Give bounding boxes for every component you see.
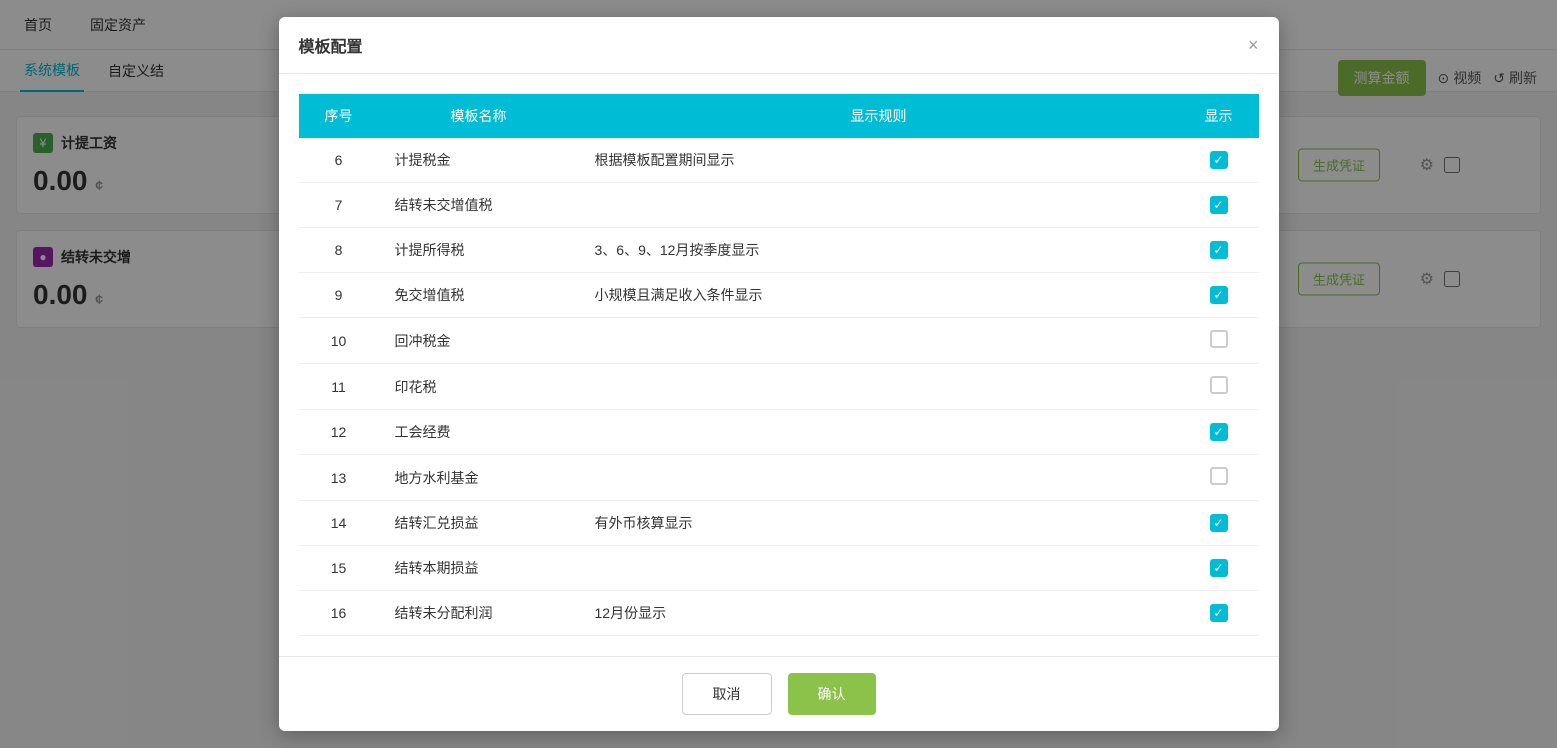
table-header-row: 序号 模板名称 显示规则 显示 [299, 94, 1259, 138]
cell-rule [579, 455, 1179, 501]
cell-checkbox[interactable] [1179, 501, 1259, 546]
cell-id: 14 [299, 501, 379, 546]
cell-id: 6 [299, 138, 379, 183]
cell-checkbox[interactable] [1179, 183, 1259, 228]
modal-body[interactable]: 序号 模板名称 显示规则 显示 6计提税金根据模板配置期间显示7结转未交增值税8… [279, 74, 1279, 656]
cell-rule: 小规模且满足收入条件显示 [579, 273, 1179, 318]
cell-checkbox[interactable] [1179, 410, 1259, 455]
modal-header: 模板配置 × [279, 17, 1279, 74]
table-row: 6计提税金根据模板配置期间显示 [299, 138, 1259, 183]
checkbox-13[interactable] [1210, 467, 1228, 485]
cell-rule [579, 318, 1179, 364]
cell-checkbox[interactable] [1179, 273, 1259, 318]
cell-id: 11 [299, 364, 379, 410]
checkbox-10[interactable] [1210, 330, 1228, 348]
cell-id: 12 [299, 410, 379, 455]
modal-close-button[interactable]: × [1248, 36, 1259, 54]
cell-checkbox[interactable] [1179, 591, 1259, 636]
cell-name: 结转本期损益 [379, 546, 579, 591]
col-header-display: 显示 [1179, 94, 1259, 138]
cell-name: 回冲税金 [379, 318, 579, 364]
modal-template-config: 模板配置 × 序号 模板名称 显示规则 显示 6计提税金根据模板配置期间显示7结… [279, 17, 1279, 731]
table-row: 14结转汇兑损益有外币核算显示 [299, 501, 1259, 546]
cell-checkbox[interactable] [1179, 318, 1259, 364]
cell-name: 结转未分配利润 [379, 591, 579, 636]
table-row: 15结转本期损益 [299, 546, 1259, 591]
cell-id: 10 [299, 318, 379, 364]
cell-rule: 根据模板配置期间显示 [579, 138, 1179, 183]
cell-name: 结转汇兑损益 [379, 501, 579, 546]
checkbox-8[interactable] [1210, 241, 1228, 259]
cell-rule [579, 410, 1179, 455]
checkbox-14[interactable] [1210, 514, 1228, 532]
cancel-button[interactable]: 取消 [682, 673, 772, 715]
checkbox-11[interactable] [1210, 376, 1228, 394]
confirm-button[interactable]: 确认 [788, 673, 876, 715]
checkbox-6[interactable] [1210, 151, 1228, 169]
cell-checkbox[interactable] [1179, 138, 1259, 183]
col-header-rule: 显示规则 [579, 94, 1179, 138]
table-row: 10回冲税金 [299, 318, 1259, 364]
cell-name: 计提税金 [379, 138, 579, 183]
cell-rule [579, 546, 1179, 591]
checkbox-7[interactable] [1210, 196, 1228, 214]
cell-rule: 12月份显示 [579, 591, 1179, 636]
table-row: 12工会经费 [299, 410, 1259, 455]
cell-name: 印花税 [379, 364, 579, 410]
table-row: 11印花税 [299, 364, 1259, 410]
cell-checkbox[interactable] [1179, 455, 1259, 501]
modal-footer: 取消 确认 [279, 656, 1279, 731]
checkbox-15[interactable] [1210, 559, 1228, 577]
table-body: 6计提税金根据模板配置期间显示7结转未交增值税8计提所得税3、6、9、12月按季… [299, 138, 1259, 636]
cell-rule: 有外币核算显示 [579, 501, 1179, 546]
cell-name: 计提所得税 [379, 228, 579, 273]
checkbox-12[interactable] [1210, 423, 1228, 441]
cell-id: 15 [299, 546, 379, 591]
modal-title: 模板配置 [299, 33, 363, 57]
cell-checkbox[interactable] [1179, 364, 1259, 410]
table-row: 9免交增值税小规模且满足收入条件显示 [299, 273, 1259, 318]
cell-name: 结转未交增值税 [379, 183, 579, 228]
checkbox-16[interactable] [1210, 604, 1228, 622]
table-row: 16结转未分配利润12月份显示 [299, 591, 1259, 636]
cell-id: 16 [299, 591, 379, 636]
table-row: 13地方水利基金 [299, 455, 1259, 501]
col-header-id: 序号 [299, 94, 379, 138]
cell-rule [579, 364, 1179, 410]
checkbox-9[interactable] [1210, 286, 1228, 304]
cell-name: 免交增值税 [379, 273, 579, 318]
cell-checkbox[interactable] [1179, 546, 1259, 591]
table-row: 7结转未交增值税 [299, 183, 1259, 228]
cell-id: 13 [299, 455, 379, 501]
modal-overlay: 模板配置 × 序号 模板名称 显示规则 显示 6计提税金根据模板配置期间显示7结… [0, 0, 1557, 748]
col-header-name: 模板名称 [379, 94, 579, 138]
cell-id: 7 [299, 183, 379, 228]
config-table: 序号 模板名称 显示规则 显示 6计提税金根据模板配置期间显示7结转未交增值税8… [299, 94, 1259, 636]
table-row: 8计提所得税3、6、9、12月按季度显示 [299, 228, 1259, 273]
cell-checkbox[interactable] [1179, 228, 1259, 273]
cell-rule [579, 183, 1179, 228]
cell-id: 8 [299, 228, 379, 273]
cell-id: 9 [299, 273, 379, 318]
cell-rule: 3、6、9、12月按季度显示 [579, 228, 1179, 273]
cell-name: 工会经费 [379, 410, 579, 455]
cell-name: 地方水利基金 [379, 455, 579, 501]
